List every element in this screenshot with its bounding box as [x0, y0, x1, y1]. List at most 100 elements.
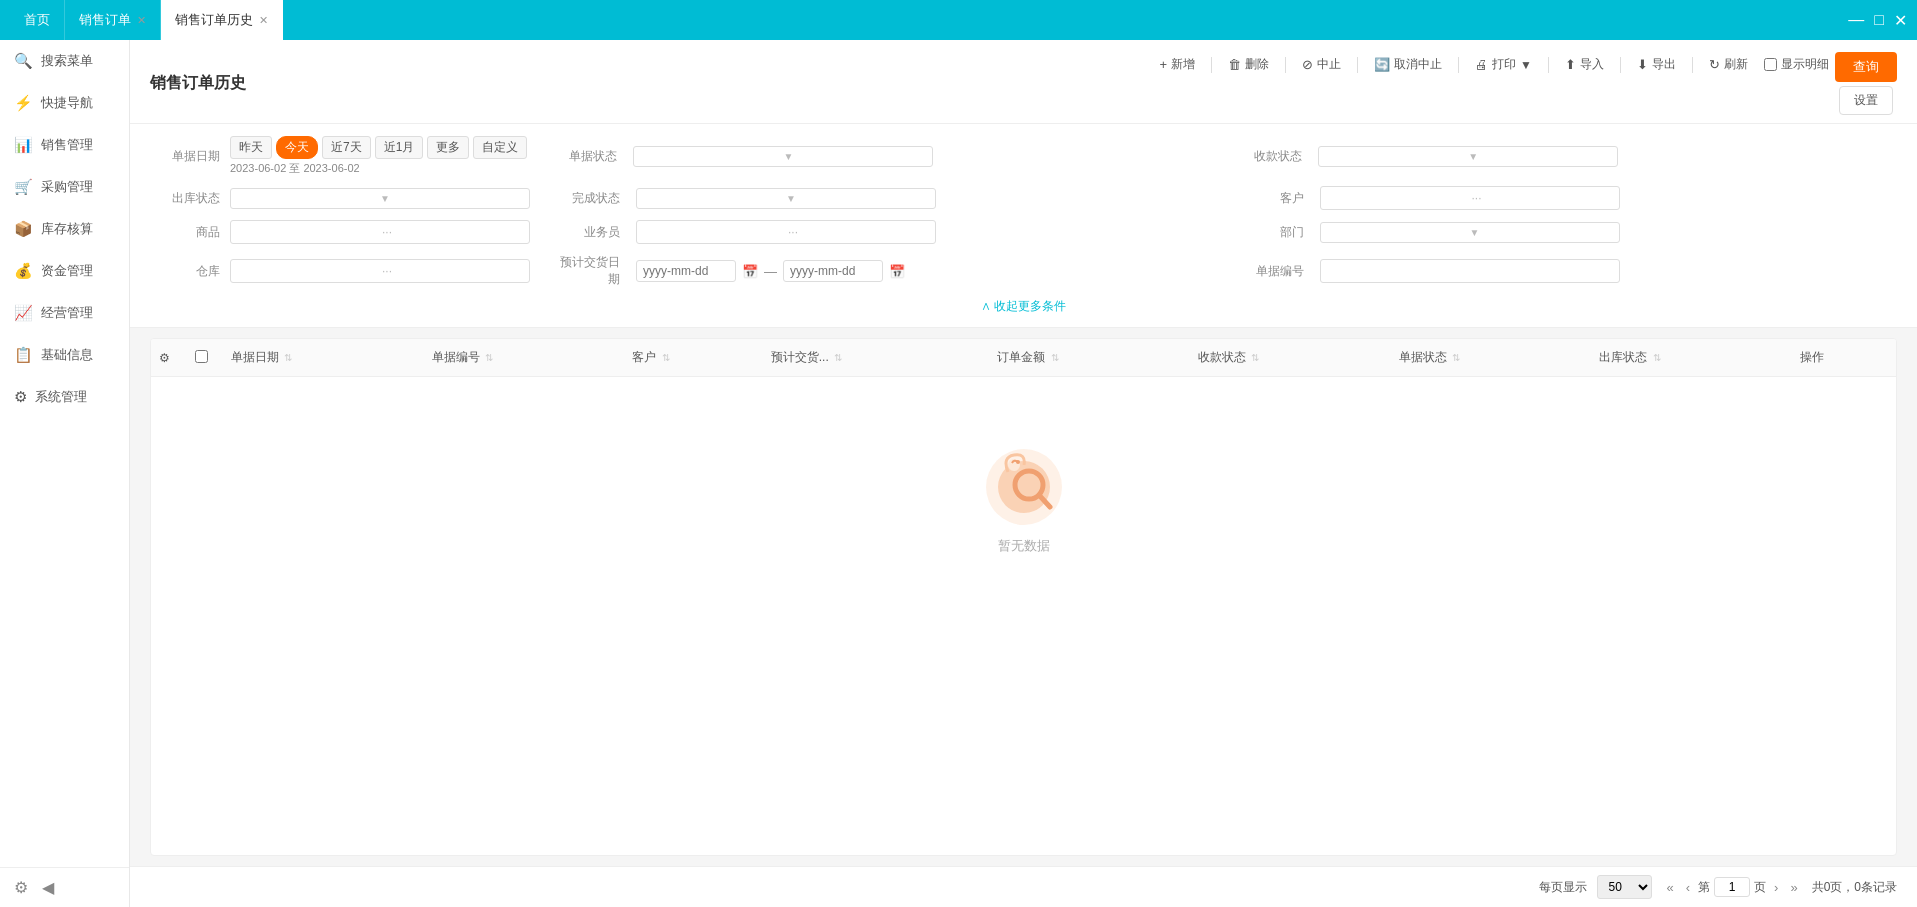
date-yesterday[interactable]: 昨天	[230, 136, 272, 159]
th-bill-no[interactable]: 单据编号 ⇅	[424, 339, 625, 377]
first-page-button[interactable]: «	[1662, 878, 1677, 897]
calendar-start-icon[interactable]: 📅	[742, 264, 758, 279]
sidebar-bottom: ⚙ ◀	[0, 867, 129, 907]
sidebar-item-搜索菜单[interactable]: 🔍搜索菜单	[0, 40, 129, 82]
th-amount[interactable]: 订单金额 ⇅	[989, 339, 1190, 377]
warehouse-dots[interactable]: ···	[382, 264, 521, 278]
toolbar-btn-删除[interactable]: 🗑删除	[1222, 52, 1275, 77]
minimize-button[interactable]: —	[1848, 11, 1864, 29]
next-page-button[interactable]: ›	[1770, 878, 1782, 897]
select-all-checkbox[interactable]	[195, 350, 208, 363]
toolbar-btn-label: 打印	[1492, 56, 1516, 73]
salesman-select[interactable]: ···	[636, 220, 936, 244]
data-table: ⚙ 单据日期 ⇅ 单据编号 ⇅ 客户 ⇅ 预计交货... ⇅ 订单金额 ⇅ 收款…	[151, 339, 1896, 615]
sidebar-item-系统管理[interactable]: ⚙系统管理	[0, 376, 129, 418]
sidebar: 🔍搜索菜单⚡快捷导航📊销售管理🛒采购管理📦库存核算💰资金管理📈经营管理📋基础信息…	[0, 40, 130, 907]
toolbar-btn-导入[interactable]: ⬆导入	[1559, 52, 1610, 77]
sidebar-icon: ⚡	[14, 94, 33, 112]
display-toggle-checkbox[interactable]	[1764, 58, 1777, 71]
toolbar-btn-取消中止[interactable]: 🔄取消中止	[1368, 52, 1448, 77]
collapse-bar[interactable]: ∧ 收起更多条件	[150, 298, 1897, 315]
dept-select[interactable]: ▼	[1320, 222, 1620, 243]
date-label: 单据日期	[150, 148, 230, 165]
th-bill-status[interactable]: 单据状态 ⇅	[1391, 339, 1592, 377]
display-toggle-label: 显示明细	[1781, 56, 1829, 73]
tab-销售订单[interactable]: 销售订单✕	[65, 0, 161, 40]
date-range-text: 2023-06-02 至 2023-06-02	[230, 161, 527, 176]
sidebar-item-基础信息[interactable]: 📋基础信息	[0, 334, 129, 376]
salesman-dots[interactable]: ···	[788, 225, 927, 239]
tab-close-icon[interactable]: ✕	[137, 14, 146, 27]
sidebar-icon: 💰	[14, 262, 33, 280]
warehouse-select[interactable]: ···	[230, 259, 530, 283]
th-payment-status[interactable]: 收款状态 ⇅	[1190, 339, 1391, 377]
th-check[interactable]	[187, 339, 223, 377]
setting-button[interactable]: 设置	[1839, 86, 1893, 115]
toolbar: +新增 🗑删除 ⊘中止 🔄取消中止 🖨打印▼ ⬆导入 ⬇导出 ↻刷新 显示明细	[1154, 52, 1829, 77]
close-button[interactable]: ✕	[1894, 11, 1907, 30]
collapse-icon[interactable]: ◀	[42, 878, 54, 897]
sidebar-item-库存核算[interactable]: 📦库存核算	[0, 208, 129, 250]
filter-row-4: 仓库 ··· 预计交货日期 📅 — 📅 单据编号	[150, 254, 1897, 288]
customer-dots[interactable]: ···	[1472, 191, 1611, 205]
toolbar-btn-导出[interactable]: ⬇导出	[1631, 52, 1682, 77]
payment-status-select[interactable]: ▼	[1318, 146, 1618, 167]
complete-status-select[interactable]: ▼	[636, 188, 936, 209]
date-more[interactable]: 更多	[427, 136, 469, 159]
goods-select[interactable]: ···	[230, 220, 530, 244]
sidebar-label: 经营管理	[41, 304, 93, 322]
complete-status-label: 完成状态	[550, 190, 630, 207]
goods-dots[interactable]: ···	[382, 225, 521, 239]
bill-status-select[interactable]: ▼	[633, 146, 933, 167]
sidebar-item-资金管理[interactable]: 💰资金管理	[0, 250, 129, 292]
th-out-status[interactable]: 出库状态 ⇅	[1591, 339, 1792, 377]
page-num-input[interactable]	[1714, 877, 1750, 897]
sort-icon-bill: ⇅	[1452, 352, 1460, 363]
date-custom[interactable]: 自定义	[473, 136, 527, 159]
toolbar-icon: 🗑	[1228, 57, 1241, 72]
date-quick-buttons: 昨天 今天 近7天 近1月 更多 自定义	[230, 136, 527, 159]
calendar-end-icon[interactable]: 📅	[889, 264, 905, 279]
tab-首页[interactable]: 首页	[10, 0, 65, 40]
th-customer[interactable]: 客户 ⇅	[624, 339, 762, 377]
th-settings[interactable]: ⚙	[151, 339, 187, 377]
display-toggle[interactable]: 显示明细	[1764, 56, 1829, 73]
th-bill-date[interactable]: 单据日期 ⇅	[223, 339, 424, 377]
toolbar-btn-刷新[interactable]: ↻刷新	[1703, 52, 1754, 77]
sidebar-icon: 📦	[14, 220, 33, 238]
toolbar-divider	[1285, 57, 1286, 73]
empty-icon	[974, 437, 1074, 537]
customer-select[interactable]: ···	[1320, 186, 1620, 210]
prev-page-button[interactable]: ‹	[1682, 878, 1694, 897]
toolbar-btn-打印[interactable]: 🖨打印▼	[1469, 52, 1538, 77]
settings-icon[interactable]: ⚙	[14, 878, 28, 897]
delivery-date-start[interactable]	[636, 260, 736, 282]
date-7days[interactable]: 近7天	[322, 136, 371, 159]
page-size-select[interactable]: 50 10 20 100	[1597, 875, 1652, 899]
th-delivery[interactable]: 预计交货... ⇅	[763, 339, 990, 377]
query-button[interactable]: 查询	[1835, 52, 1897, 82]
sidebar-item-快捷导航[interactable]: ⚡快捷导航	[0, 82, 129, 124]
tab-close-icon[interactable]: ✕	[259, 14, 268, 27]
last-page-button[interactable]: »	[1786, 878, 1801, 897]
date-today[interactable]: 今天	[276, 136, 318, 159]
table-header: ⚙ 单据日期 ⇅ 单据编号 ⇅ 客户 ⇅ 预计交货... ⇅ 订单金额 ⇅ 收款…	[151, 339, 1896, 377]
toolbar-btn-新增[interactable]: +新增	[1154, 52, 1202, 77]
sidebar-icon: 📋	[14, 346, 33, 364]
sidebar-item-销售管理[interactable]: 📊销售管理	[0, 124, 129, 166]
toolbar-btn-中止[interactable]: ⊘中止	[1296, 52, 1347, 77]
complete-status-arrow: ▼	[786, 193, 927, 204]
tab-销售订单历史[interactable]: 销售订单历史✕	[161, 0, 283, 40]
bill-no-input[interactable]	[1320, 259, 1620, 283]
delivery-date-end[interactable]	[783, 260, 883, 282]
toolbar-icon: 🔄	[1374, 57, 1390, 72]
date-1month[interactable]: 近1月	[375, 136, 424, 159]
sidebar-item-经营管理[interactable]: 📈经营管理	[0, 292, 129, 334]
delivery-date-label: 预计交货日期	[550, 254, 630, 288]
maximize-button[interactable]: □	[1874, 11, 1884, 29]
outstock-select[interactable]: ▼	[230, 188, 530, 209]
table-wrap: ⚙ 单据日期 ⇅ 单据编号 ⇅ 客户 ⇅ 预计交货... ⇅ 订单金额 ⇅ 收款…	[150, 338, 1897, 856]
filter-row-1: 单据日期 昨天 今天 近7天 近1月 更多 自定义 2023-06-02 至 2…	[150, 136, 1897, 176]
sidebar-item-采购管理[interactable]: 🛒采购管理	[0, 166, 129, 208]
toolbar-icon: ⊘	[1302, 57, 1313, 72]
